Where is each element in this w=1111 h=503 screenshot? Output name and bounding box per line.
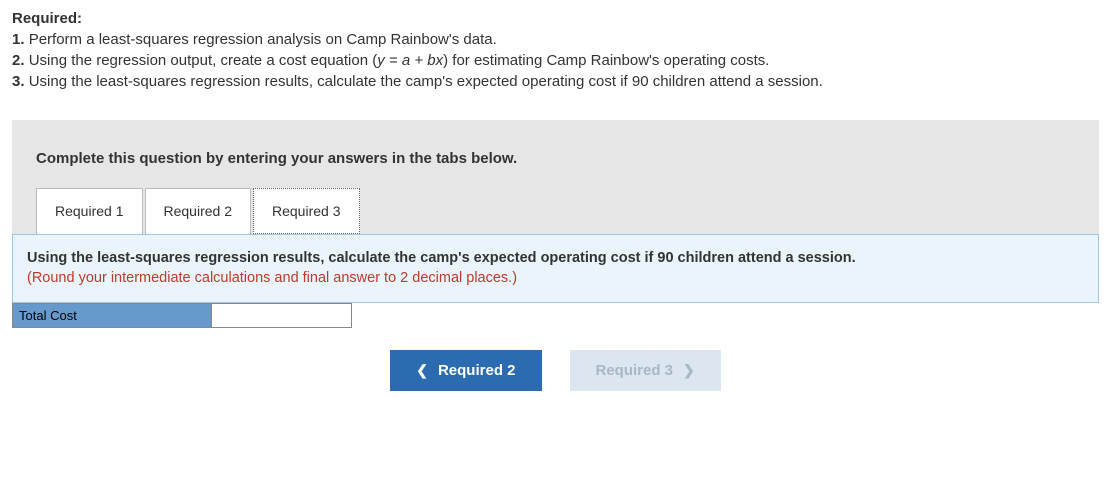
requirement-text-after: ) for estimating Camp Rainbow's operatin… xyxy=(443,52,769,69)
prev-button-label: Required 2 xyxy=(438,362,516,379)
chevron-right-icon: ❯ xyxy=(683,362,695,379)
question-hint: (Round your intermediate calculations an… xyxy=(27,270,517,286)
instruction-text: Complete this question by entering your … xyxy=(36,150,517,167)
next-required-button: Required 3 ❯ xyxy=(570,350,721,391)
prev-required-button[interactable]: ❮ Required 2 xyxy=(390,350,541,391)
tab-required-3[interactable]: Required 3 xyxy=(253,188,360,234)
requirement-number: 3. xyxy=(12,73,25,90)
tabs-container: Required 1 Required 2 Required 3 xyxy=(12,188,1099,234)
question-main: Using the least-squares regression resul… xyxy=(27,250,856,266)
tab-required-1[interactable]: Required 1 xyxy=(36,188,143,234)
requirement-number: 1. xyxy=(12,31,25,48)
total-cost-input-cell xyxy=(212,303,352,328)
next-button-label: Required 3 xyxy=(596,362,674,379)
total-cost-input[interactable] xyxy=(212,304,351,327)
tab-content: Using the least-squares regression resul… xyxy=(12,234,1099,303)
requirement-text: Using the least-squares regression resul… xyxy=(29,73,823,90)
required-heading: Required: xyxy=(12,10,1099,27)
requirement-item: 3. Using the least-squares regression re… xyxy=(12,71,1099,92)
total-cost-label: Total Cost xyxy=(12,303,212,328)
chevron-left-icon: ❮ xyxy=(416,362,428,379)
requirements-list: 1. Perform a least-squares regression an… xyxy=(12,29,1099,92)
requirement-item: 1. Perform a least-squares regression an… xyxy=(12,29,1099,50)
tab-required-2[interactable]: Required 2 xyxy=(145,188,252,234)
requirement-number: 2. xyxy=(12,52,25,69)
requirement-text-before: Using the regression output, create a co… xyxy=(29,52,378,69)
requirement-text: Perform a least-squares regression analy… xyxy=(29,31,497,48)
answer-row: Total Cost xyxy=(12,303,1099,328)
requirement-formula: y = a + bx xyxy=(377,52,443,69)
requirement-item: 2. Using the regression output, create a… xyxy=(12,50,1099,71)
nav-buttons: ❮ Required 2 Required 3 ❯ xyxy=(12,350,1099,391)
instruction-banner: Complete this question by entering your … xyxy=(12,120,1099,189)
question-text: Using the least-squares regression resul… xyxy=(27,249,1084,288)
